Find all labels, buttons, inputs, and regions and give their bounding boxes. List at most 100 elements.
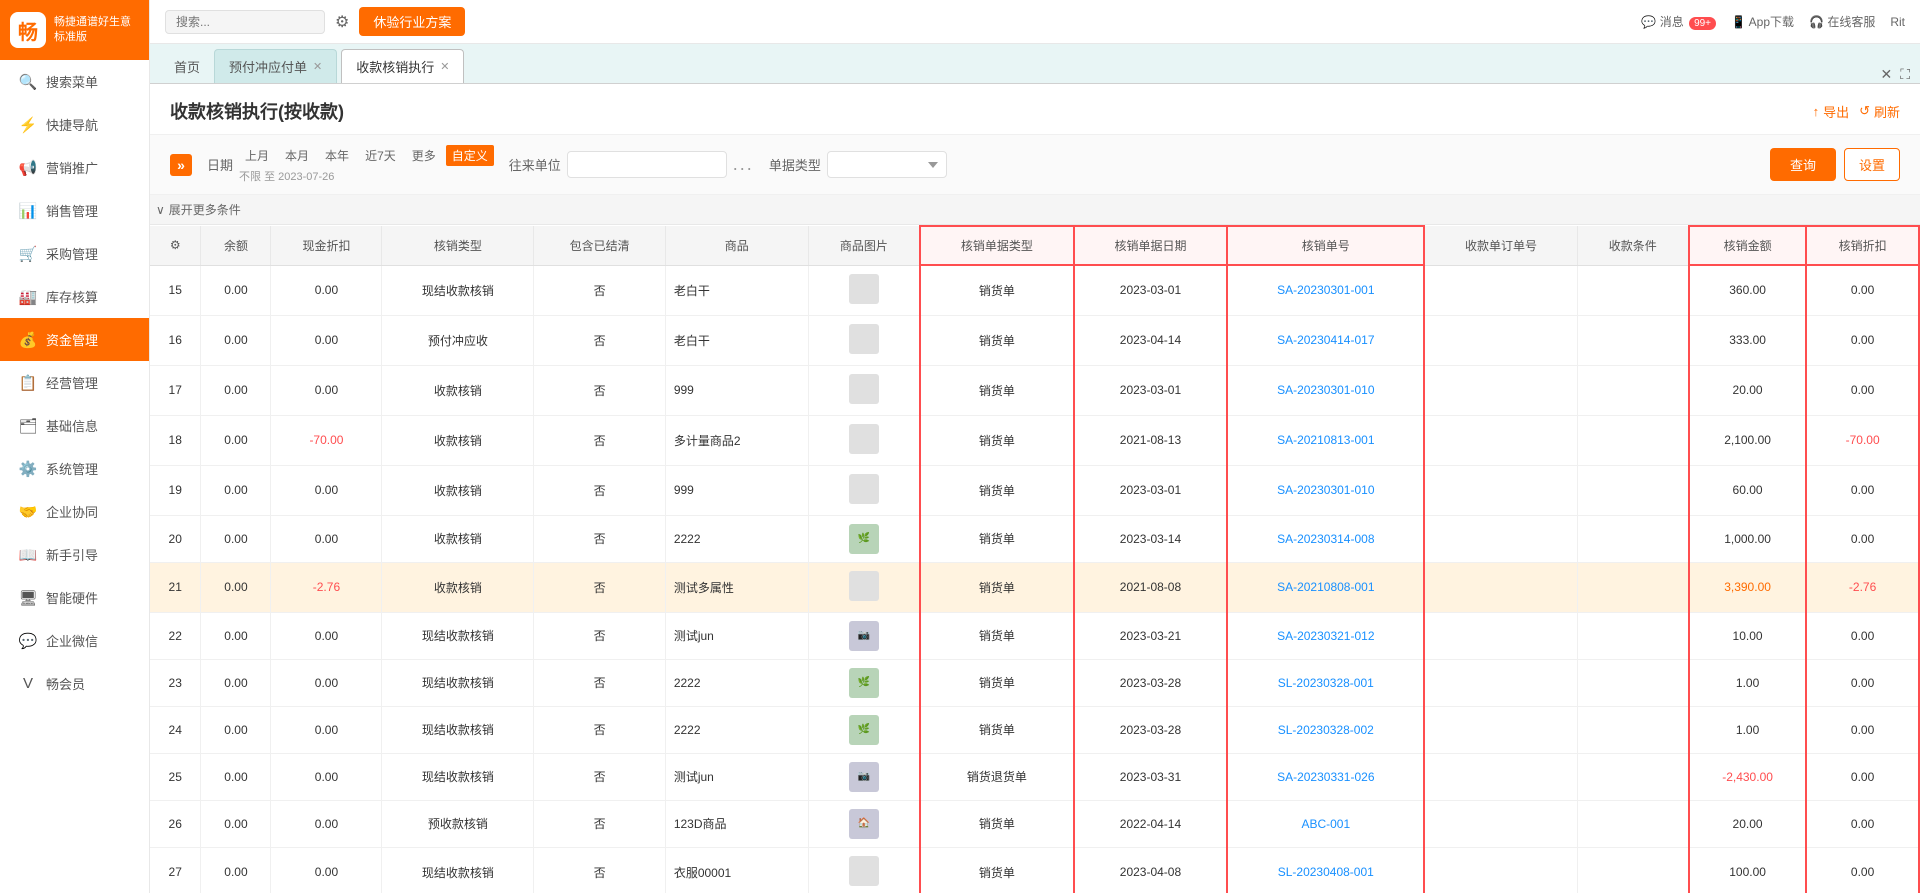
cell-cash-discount: 0.00: [271, 465, 382, 515]
cell-bill-no[interactable]: SA-20230331-026: [1227, 753, 1424, 800]
cell-type: 现结收款核销: [382, 659, 534, 706]
sidebar-item-quick[interactable]: ⚡ 快捷导航: [0, 103, 149, 146]
cell-bill-no[interactable]: ABC-001: [1227, 800, 1424, 847]
col-amount: 核销金额: [1689, 226, 1806, 265]
cell-settled: 否: [534, 265, 665, 315]
refresh-button[interactable]: ↺ 刷新: [1859, 102, 1900, 121]
bill-no-link[interactable]: SA-20230414-017: [1277, 333, 1374, 347]
bill-no-link[interactable]: SA-20230314-008: [1277, 532, 1374, 546]
cell-goods: 2222: [665, 659, 808, 706]
sidebar-item-finance[interactable]: 💰 资金管理: [0, 318, 149, 361]
cell-img: [808, 315, 920, 365]
table-body: 150.000.00现结收款核销否老白干销货单2023-03-01SA-2023…: [150, 265, 1919, 893]
date-more-btn[interactable]: 更多: [406, 145, 442, 166]
sidebar-item-guide[interactable]: 📖 新手引导: [0, 533, 149, 576]
bill-no-link[interactable]: SA-20230301-010: [1277, 483, 1374, 497]
bill-no-link[interactable]: SA-20230301-001: [1277, 283, 1374, 297]
sidebar-item-search[interactable]: 🔍 搜索菜单: [0, 60, 149, 103]
user-name[interactable]: Rit: [1890, 15, 1905, 29]
expand-more-bar: ∨ 展开更多条件: [150, 195, 1920, 225]
sidebar-item-sales[interactable]: 📊 销售管理: [0, 189, 149, 232]
sidebar-item-member[interactable]: V 畅会员: [0, 662, 149, 705]
messages-link[interactable]: 💬 消息 99+: [1641, 13, 1716, 30]
cell-bill-no[interactable]: SA-20230321-012: [1227, 612, 1424, 659]
cell-bill-no[interactable]: SA-20210808-001: [1227, 562, 1424, 612]
cell-cash-discount: 0.00: [271, 265, 382, 315]
tab-expand-icon[interactable]: ⛶: [1900, 66, 1910, 83]
bill-no-link[interactable]: SA-20230331-026: [1277, 770, 1374, 784]
cell-bill-no[interactable]: SL-20230328-001: [1227, 659, 1424, 706]
table-header-row: ⚙ 余额 现金折扣 核销类型 包含已结清 商品 商品图片 核销单据类型 核销单据…: [150, 226, 1919, 265]
cell-bill-no[interactable]: SA-20210813-001: [1227, 415, 1424, 465]
date-7days-btn[interactable]: 近7天: [359, 145, 402, 166]
sidebar-item-system[interactable]: ⚙️ 系统管理: [0, 447, 149, 490]
cell-img: 🏠: [808, 800, 920, 847]
sidebar-item-management[interactable]: 📋 经营管理: [0, 361, 149, 404]
search-input[interactable]: [165, 10, 325, 34]
app-download-link[interactable]: 📱 App下载: [1731, 13, 1794, 30]
cell-bill-no[interactable]: SA-20230301-001: [1227, 265, 1424, 315]
company-filter-dots[interactable]: ...: [733, 154, 754, 175]
sidebar-item-label: 采购管理: [46, 244, 98, 263]
logo-text: 畅捷通谱好生意 标准版: [54, 15, 131, 46]
cell-bill-date: 2023-03-01: [1074, 465, 1228, 515]
bill-no-link[interactable]: SA-20210813-001: [1277, 433, 1374, 447]
sidebar-item-inventory[interactable]: 🏭 库存核算: [0, 275, 149, 318]
sidebar-item-cooperation[interactable]: 🤝 企业协同: [0, 490, 149, 533]
cell-bill-no[interactable]: SA-20230414-017: [1227, 315, 1424, 365]
cell-bill-no[interactable]: SA-20230301-010: [1227, 465, 1424, 515]
tab-home[interactable]: 首页: [160, 50, 214, 83]
bill-no-link[interactable]: SL-20230408-001: [1278, 865, 1374, 879]
date-custom-btn[interactable]: 自定义: [446, 145, 494, 166]
col-settings[interactable]: ⚙: [150, 226, 201, 265]
sidebar-item-label: 新手引导: [46, 545, 98, 564]
sidebar-item-basicinfo[interactable]: 🗂 基础信息: [0, 404, 149, 447]
sidebar-item-wechat[interactable]: 💬 企业微信: [0, 619, 149, 662]
date-prev-month-btn[interactable]: 上月: [239, 145, 275, 166]
col-bill-type: 核销单据类型: [920, 226, 1074, 265]
tab-close-all-icon[interactable]: ✕: [1880, 66, 1892, 83]
cell-bill-no[interactable]: SL-20230328-002: [1227, 706, 1424, 753]
company-filter-label: 往来单位: [509, 155, 561, 174]
cell-discount: 0.00: [1806, 847, 1919, 893]
cell-bill-no[interactable]: SL-20230408-001: [1227, 847, 1424, 893]
bill-no-link[interactable]: SA-20210808-001: [1277, 580, 1374, 594]
bill-no-link[interactable]: SL-20230328-001: [1278, 676, 1374, 690]
date-curr-month-btn[interactable]: 本月: [279, 145, 315, 166]
data-table-container: ⚙ 余额 现金折扣 核销类型 包含已结清 商品 商品图片 核销单据类型 核销单据…: [150, 225, 1920, 893]
bill-no-link[interactable]: SA-20230321-012: [1277, 629, 1374, 643]
date-year-btn[interactable]: 本年: [319, 145, 355, 166]
col-bill-no: 核销单号: [1227, 226, 1424, 265]
billtype-filter-select[interactable]: [827, 151, 947, 178]
cell-bill-no[interactable]: SA-20230301-010: [1227, 365, 1424, 415]
tab-prepay[interactable]: 预付冲应付单 ✕: [214, 49, 337, 83]
bill-no-link[interactable]: ABC-001: [1301, 817, 1350, 831]
cell-payment-cond: [1577, 612, 1689, 659]
solution-button[interactable]: 休验行业方案: [359, 7, 465, 36]
sidebar-item-hardware[interactable]: 🖥 智能硬件: [0, 576, 149, 619]
cell-bill-no[interactable]: SA-20230314-008: [1227, 515, 1424, 562]
gear-icon[interactable]: ⚙: [335, 12, 349, 32]
cell-cash-discount: 0.00: [271, 800, 382, 847]
sidebar-item-marketing[interactable]: 📢 营销推广: [0, 146, 149, 189]
service-link[interactable]: 🎧 在线客服: [1809, 13, 1875, 30]
sidebar-item-purchase[interactable]: 🛒 采购管理: [0, 232, 149, 275]
cell-type: 收款核销: [382, 415, 534, 465]
tab-receipts[interactable]: 收款核销执行 ✕: [341, 49, 464, 83]
cell-bill-date: 2023-04-14: [1074, 315, 1228, 365]
bill-no-link[interactable]: SL-20230328-002: [1278, 723, 1374, 737]
query-button[interactable]: 查询: [1770, 148, 1836, 181]
filter-expand-button[interactable]: »: [170, 154, 192, 176]
tab-receipts-close[interactable]: ✕: [440, 60, 449, 73]
cell-img: 🌿: [808, 706, 920, 753]
tab-prepay-close[interactable]: ✕: [313, 60, 322, 73]
cell-type: 收款核销: [382, 465, 534, 515]
cell-type: 现结收款核销: [382, 706, 534, 753]
cell-id: 19: [150, 465, 201, 515]
cell-payment-cond: [1577, 515, 1689, 562]
bill-no-link[interactable]: SA-20230301-010: [1277, 383, 1374, 397]
company-filter-input[interactable]: [567, 151, 727, 178]
expand-more-btn[interactable]: ∨ 展开更多条件: [156, 201, 1914, 218]
export-button[interactable]: ↑ 导出: [1813, 102, 1850, 121]
setting-button[interactable]: 设置: [1844, 148, 1900, 181]
